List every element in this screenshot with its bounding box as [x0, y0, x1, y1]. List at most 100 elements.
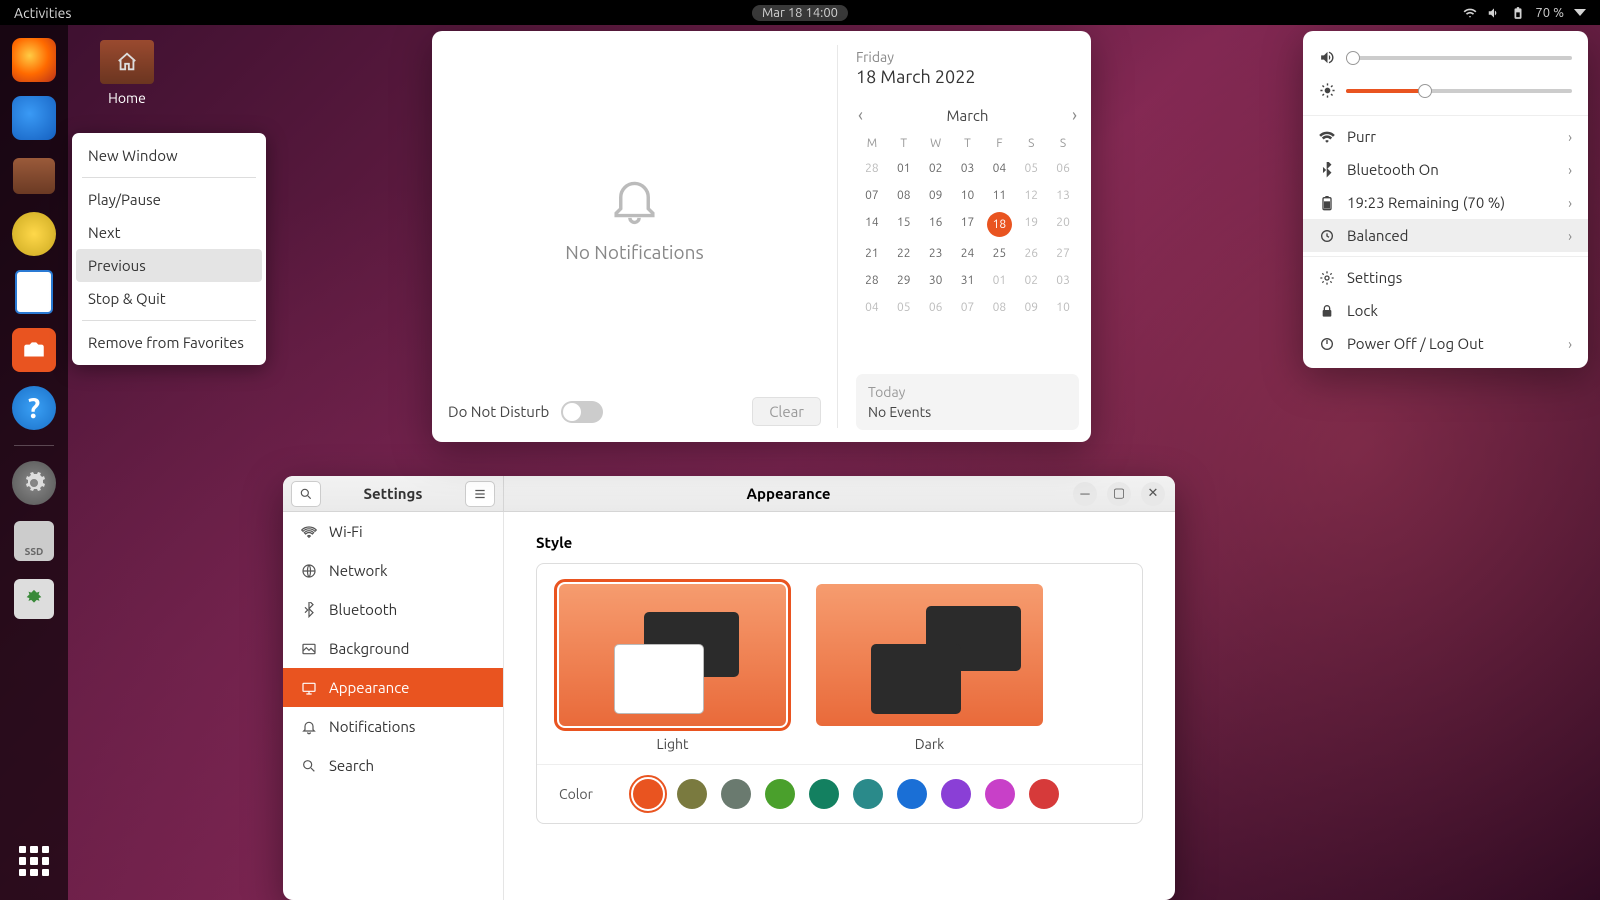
calendar-day[interactable]: 12 [1015, 183, 1047, 208]
calendar-day[interactable]: 06 [920, 295, 952, 320]
calendar-day[interactable]: 10 [1047, 295, 1079, 320]
ctx-remove-favorites[interactable]: Remove from Favorites [72, 326, 266, 359]
minimize-button[interactable]: ─ [1073, 482, 1097, 506]
calendar-prev-month[interactable]: ‹ [856, 105, 865, 125]
system-menu-power-off-log-out[interactable]: Power Off / Log Out› [1303, 327, 1588, 360]
dock-libreoffice[interactable] [9, 267, 59, 317]
calendar-day[interactable]: 04 [983, 156, 1015, 181]
style-option-dark[interactable]: Dark [816, 584, 1043, 752]
calendar-day[interactable]: 19 [1015, 210, 1047, 239]
dock-firefox[interactable] [9, 35, 59, 85]
calendar-day[interactable]: 03 [1047, 268, 1079, 293]
clock-button[interactable]: Mar 18 14:00 [752, 5, 848, 21]
color-swatch[interactable] [897, 779, 927, 809]
calendar-next-month[interactable]: › [1070, 105, 1079, 125]
system-menu-settings[interactable]: Settings [1303, 261, 1588, 294]
calendar-day[interactable]: 25 [983, 241, 1015, 266]
calendar-day[interactable]: 04 [856, 295, 888, 320]
calendar-day[interactable]: 01 [983, 268, 1015, 293]
settings-search-button[interactable] [291, 481, 321, 507]
color-swatch[interactable] [1029, 779, 1059, 809]
dnd-toggle[interactable] [561, 401, 603, 423]
system-menu-bluetooth-on[interactable]: Bluetooth On› [1303, 153, 1588, 186]
settings-sidebar-appearance[interactable]: Appearance [283, 668, 503, 707]
close-button[interactable]: ✕ [1141, 482, 1165, 506]
color-swatch[interactable] [985, 779, 1015, 809]
calendar-day[interactable]: 21 [856, 241, 888, 266]
calendar-day[interactable]: 08 [888, 183, 920, 208]
calendar-day[interactable]: 31 [952, 268, 984, 293]
calendar-day[interactable]: 18 [987, 212, 1012, 237]
dock-settings-running[interactable] [9, 458, 59, 508]
calendar-day[interactable]: 06 [1047, 156, 1079, 181]
calendar-day[interactable]: 13 [1047, 183, 1079, 208]
brightness-slider[interactable] [1346, 89, 1572, 93]
settings-sidebar-background[interactable]: Background [283, 629, 503, 668]
calendar-day[interactable]: 07 [856, 183, 888, 208]
calendar-day[interactable]: 27 [1047, 241, 1079, 266]
calendar-day[interactable]: 24 [952, 241, 984, 266]
dock-help[interactable]: ? [9, 383, 59, 433]
calendar-day[interactable]: 30 [920, 268, 952, 293]
settings-sidebar-search[interactable]: Search [283, 746, 503, 785]
status-area[interactable]: 70 % [1463, 6, 1600, 20]
dock-thunderbird[interactable] [9, 93, 59, 143]
dock-disk[interactable]: SSD [9, 516, 59, 566]
calendar-day[interactable]: 02 [1015, 268, 1047, 293]
dock-software[interactable] [9, 325, 59, 375]
calendar-day[interactable]: 26 [1015, 241, 1047, 266]
calendar-day[interactable]: 05 [888, 295, 920, 320]
settings-sidebar-notifications[interactable]: Notifications [283, 707, 503, 746]
ctx-play-pause[interactable]: Play/Pause [72, 183, 266, 216]
calendar-day[interactable]: 08 [983, 295, 1015, 320]
color-swatch[interactable] [853, 779, 883, 809]
calendar-day[interactable]: 20 [1047, 210, 1079, 239]
settings-sidebar-wi-fi[interactable]: Wi-Fi [283, 512, 503, 551]
dock-files[interactable] [9, 151, 59, 201]
show-applications[interactable] [9, 836, 59, 886]
ctx-new-window[interactable]: New Window [72, 139, 266, 172]
calendar-day[interactable]: 23 [920, 241, 952, 266]
ctx-stop-quit[interactable]: Stop & Quit [72, 282, 266, 315]
settings-sidebar-network[interactable]: Network [283, 551, 503, 590]
calendar-day[interactable]: 05 [1015, 156, 1047, 181]
calendar-day[interactable]: 14 [856, 210, 888, 239]
ctx-next[interactable]: Next [72, 216, 266, 249]
system-menu-19-23-remaining-70-[interactable]: 19:23 Remaining (70 %)› [1303, 186, 1588, 219]
settings-sidebar-bluetooth[interactable]: Bluetooth [283, 590, 503, 629]
calendar-day[interactable]: 22 [888, 241, 920, 266]
calendar-day[interactable]: 15 [888, 210, 920, 239]
calendar-day[interactable]: 29 [888, 268, 920, 293]
activities-button[interactable]: Activities [0, 5, 85, 21]
volume-slider[interactable] [1346, 56, 1572, 60]
calendar-day[interactable]: 16 [920, 210, 952, 239]
settings-titlebar[interactable]: Settings Appearance ─ ▢ ✕ [283, 476, 1175, 512]
dock-rhythmbox[interactable] [9, 209, 59, 259]
desktop-home-folder[interactable]: Home [100, 40, 154, 106]
style-option-light[interactable]: Light [559, 584, 786, 752]
color-swatch[interactable] [677, 779, 707, 809]
calendar-day[interactable]: 17 [952, 210, 984, 239]
calendar-day[interactable]: 02 [920, 156, 952, 181]
calendar-day[interactable]: 28 [856, 268, 888, 293]
system-menu-lock[interactable]: Lock [1303, 294, 1588, 327]
calendar-day[interactable]: 07 [952, 295, 984, 320]
system-menu-purr[interactable]: Purr› [1303, 120, 1588, 153]
settings-menu-button[interactable] [465, 481, 495, 507]
color-swatch[interactable] [721, 779, 751, 809]
color-swatch[interactable] [633, 779, 663, 809]
system-menu-balanced[interactable]: Balanced› [1303, 219, 1588, 252]
calendar-day[interactable]: 09 [1015, 295, 1047, 320]
calendar-day[interactable]: 09 [920, 183, 952, 208]
calendar-day[interactable]: 03 [952, 156, 984, 181]
dock-trash[interactable] [9, 574, 59, 624]
color-swatch[interactable] [809, 779, 839, 809]
calendar-day[interactable]: 11 [983, 183, 1015, 208]
maximize-button[interactable]: ▢ [1107, 482, 1131, 506]
ctx-previous[interactable]: Previous [76, 249, 262, 282]
calendar-day[interactable]: 01 [888, 156, 920, 181]
clear-button[interactable]: Clear [752, 397, 821, 426]
calendar-day[interactable]: 28 [856, 156, 888, 181]
calendar-day[interactable]: 10 [952, 183, 984, 208]
color-swatch[interactable] [765, 779, 795, 809]
